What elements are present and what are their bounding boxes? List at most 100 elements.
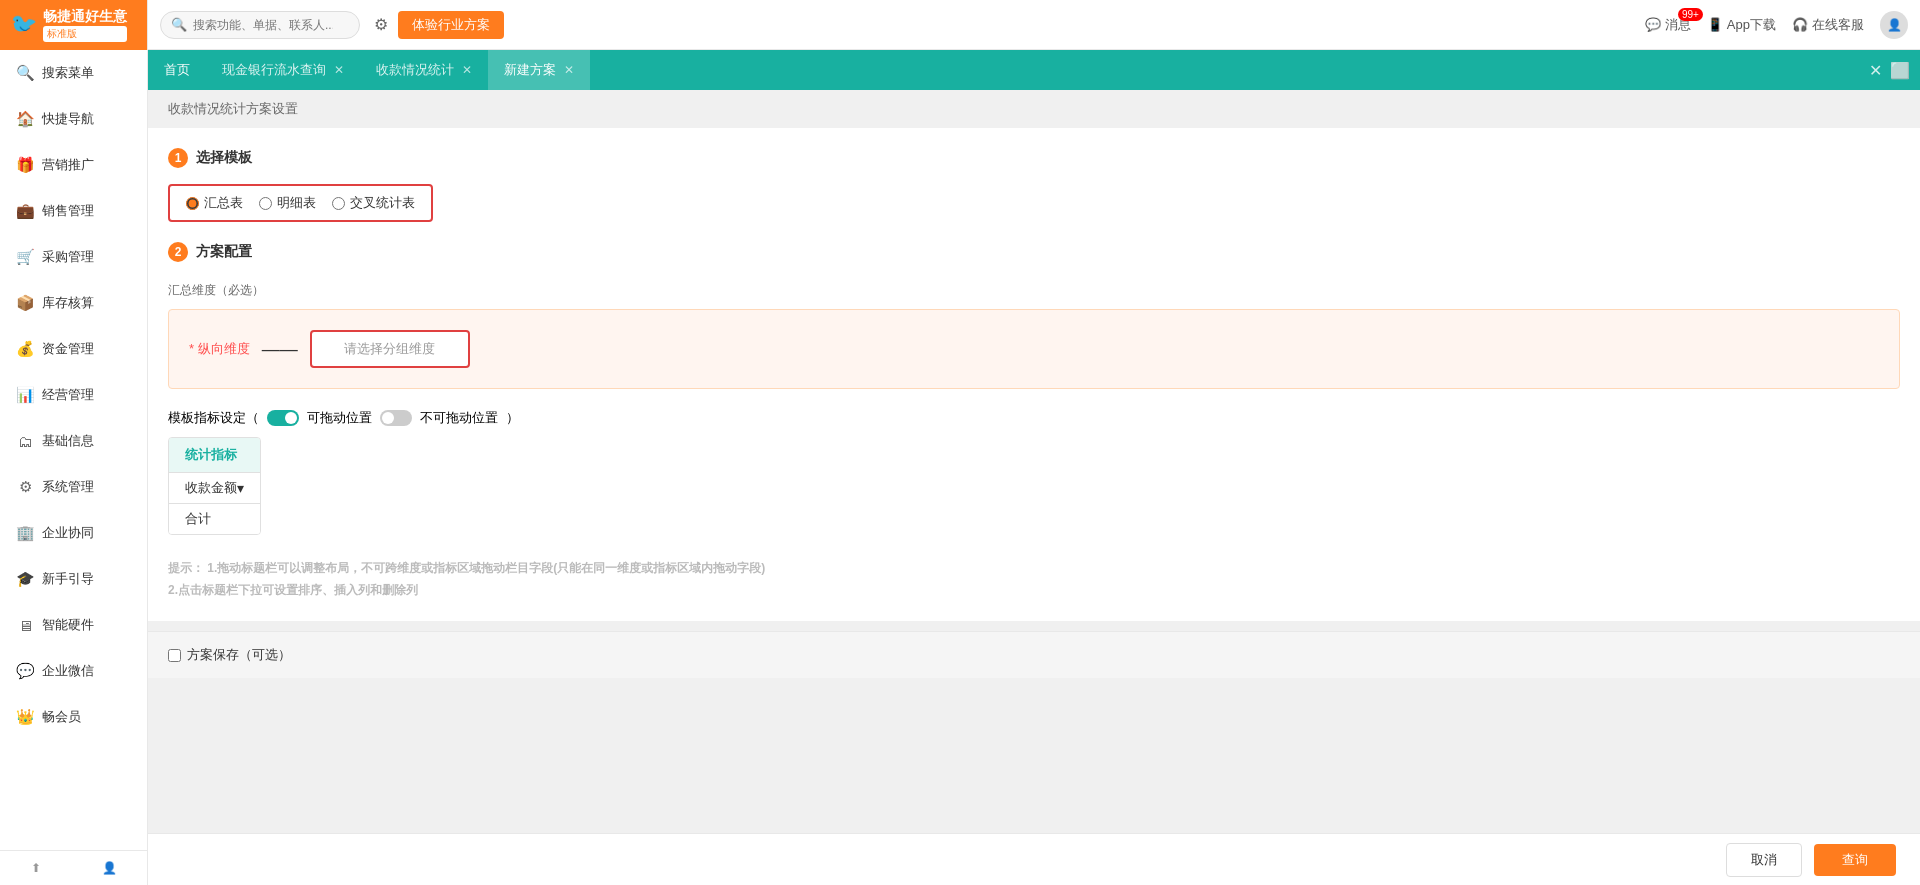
tip-2: 2.点击标题栏下拉可设置排序、插入列和删除列 bbox=[168, 580, 1900, 602]
tab-expand-btn[interactable]: ⬜ bbox=[1890, 61, 1910, 80]
operation-icon: 📊 bbox=[16, 386, 34, 404]
metrics-row-amount-label: 收款金额 bbox=[185, 479, 237, 497]
metrics-table: 统计指标 收款金额 ▾ 合计 bbox=[168, 437, 261, 535]
sidebar-item-label: 经营管理 bbox=[42, 386, 94, 404]
service-icon: 🎧 bbox=[1792, 17, 1808, 32]
sidebar-item-finance[interactable]: 💰 资金管理 bbox=[0, 326, 147, 372]
template-radio-group: 汇总表 明细表 交叉统计表 bbox=[186, 194, 415, 212]
section2-num: 2 bbox=[168, 242, 188, 262]
metrics-label: 模板指标设定（ bbox=[168, 409, 259, 427]
vertical-label: * 纵向维度 bbox=[189, 340, 250, 358]
tabs-right-actions: ✕ ⬜ bbox=[1869, 61, 1920, 80]
template-option-detail[interactable]: 明细表 bbox=[259, 194, 316, 212]
draggable-toggle[interactable] bbox=[267, 410, 299, 426]
sidebar-item-quick-nav[interactable]: 🏠 快捷导航 bbox=[0, 96, 147, 142]
sidebar-item-label: 采购管理 bbox=[42, 248, 94, 266]
save-option-label[interactable]: 方案保存（可选） bbox=[168, 646, 1900, 664]
sidebar-item-label: 系统管理 bbox=[42, 478, 94, 496]
sidebar-item-purchase[interactable]: 🛒 采购管理 bbox=[0, 234, 147, 280]
sidebar-item-marketing[interactable]: 🎁 营销推广 bbox=[0, 142, 147, 188]
metrics-dropdown-icon[interactable]: ▾ bbox=[237, 480, 244, 496]
template-radio-cross[interactable] bbox=[332, 197, 345, 210]
template-option-cross[interactable]: 交叉统计表 bbox=[332, 194, 415, 212]
save-option-text: 方案保存（可选） bbox=[187, 646, 291, 664]
sidebar-item-hardware[interactable]: 🖥 智能硬件 bbox=[0, 602, 147, 648]
tabs-bar: 首页 现金银行流水查询 ✕ 收款情况统计 ✕ 新建方案 ✕ ✕ ⬜ bbox=[148, 50, 1920, 90]
home-label: 首页 bbox=[164, 61, 190, 79]
template-label-detail: 明细表 bbox=[277, 194, 316, 212]
template-radio-detail[interactable] bbox=[259, 197, 272, 210]
tab-bank-flow-close[interactable]: ✕ bbox=[334, 63, 344, 77]
sidebar-item-wechat[interactable]: 💬 企业微信 bbox=[0, 648, 147, 694]
guide-icon: 🎓 bbox=[16, 570, 34, 588]
metrics-section: 模板指标设定（ 可拖动位置 不可拖动位置 ） 统计指标 收款金额 ▾ 合计 bbox=[168, 409, 1900, 538]
search-icon: 🔍 bbox=[171, 17, 187, 32]
quick-nav-icon: 🏠 bbox=[16, 110, 34, 128]
tab-close-all-btn[interactable]: ✕ bbox=[1869, 61, 1882, 80]
sidebar-item-system[interactable]: ⚙ 系统管理 bbox=[0, 464, 147, 510]
main-card: 1 选择模板 汇总表 明细表 bbox=[148, 128, 1920, 621]
logo-icon: 🐦 bbox=[10, 12, 37, 38]
sidebar-item-guide[interactable]: 🎓 新手引导 bbox=[0, 556, 147, 602]
template-radio-summary[interactable] bbox=[186, 197, 199, 210]
cancel-button[interactable]: 取消 bbox=[1726, 843, 1802, 877]
sidebar-item-label: 企业协同 bbox=[42, 524, 94, 542]
section1-num: 1 bbox=[168, 148, 188, 168]
dimension-arrow: —— bbox=[262, 339, 298, 360]
topbar-actions: 💬 消息 99+ 📱 App下载 🎧 在线客服 👤 bbox=[1645, 11, 1908, 39]
metrics-row-amount[interactable]: 收款金额 ▾ bbox=[169, 472, 260, 503]
template-option-summary[interactable]: 汇总表 bbox=[186, 194, 243, 212]
download-icon: 📱 bbox=[1707, 17, 1723, 32]
tab-receipt-stats-label: 收款情况统计 bbox=[376, 61, 454, 79]
metrics-close-paren: ） bbox=[506, 409, 519, 427]
gear-icon[interactable]: ⚙ bbox=[374, 15, 388, 34]
sidebar-item-inventory[interactable]: 📦 库存核算 bbox=[0, 280, 147, 326]
sidebar-item-label: 库存核算 bbox=[42, 294, 94, 312]
tip-2-text: 2.点击标题栏下拉可设置排序、插入列和删除列 bbox=[168, 583, 418, 597]
dimension-config: 汇总维度（必选） * 纵向维度 —— 请选择分组维度 bbox=[168, 282, 1900, 389]
dimension-placeholder[interactable]: 请选择分组维度 bbox=[310, 330, 470, 368]
save-row: 方案保存（可选） bbox=[148, 631, 1920, 678]
sidebar-item-member[interactable]: 👑 畅会员 bbox=[0, 694, 147, 740]
topbar-search-box[interactable]: 🔍 bbox=[160, 11, 360, 39]
inventory-icon: 📦 bbox=[16, 294, 34, 312]
online-service-btn[interactable]: 🎧 在线客服 bbox=[1792, 16, 1864, 34]
tip-1-text: 1.拖动标题栏可以调整布局，不可跨维度或指标区域拖动栏目字段(只能在同一维度或指… bbox=[207, 561, 765, 575]
trial-button[interactable]: 体验行业方案 bbox=[398, 11, 504, 39]
tab-receipt-stats[interactable]: 收款情况统计 ✕ bbox=[360, 50, 488, 90]
user-avatar[interactable]: 👤 bbox=[1880, 11, 1908, 39]
sidebar-bottom-up[interactable]: ⬆ bbox=[31, 861, 41, 875]
sidebar-item-search-menu[interactable]: 🔍 搜索菜单 bbox=[0, 50, 147, 96]
notification-count: 99+ bbox=[1678, 8, 1703, 21]
metrics-row-total[interactable]: 合计 bbox=[169, 503, 260, 534]
tab-bank-flow[interactable]: 现金银行流水查询 ✕ bbox=[206, 50, 360, 90]
search-input[interactable] bbox=[193, 18, 333, 32]
sidebar-item-sales[interactable]: 💼 销售管理 bbox=[0, 188, 147, 234]
page-header: 收款情况统计方案设置 bbox=[148, 90, 1920, 128]
logo-text: 畅捷通好生意 bbox=[43, 8, 127, 26]
section2-title: 方案配置 bbox=[196, 243, 252, 261]
save-checkbox[interactable] bbox=[168, 649, 181, 662]
section1-title: 选择模板 bbox=[196, 149, 252, 167]
sidebar-item-label: 基础信息 bbox=[42, 432, 94, 450]
tab-new-plan[interactable]: 新建方案 ✕ bbox=[488, 50, 590, 90]
sidebar-item-enterprise[interactable]: 🏢 企业协同 bbox=[0, 510, 147, 556]
template-selector: 汇总表 明细表 交叉统计表 bbox=[168, 184, 433, 222]
sidebar-item-label: 智能硬件 bbox=[42, 616, 94, 634]
notification-btn[interactable]: 💬 消息 99+ bbox=[1645, 16, 1691, 34]
basic-info-icon: 🗂 bbox=[16, 432, 34, 450]
tab-receipt-stats-close[interactable]: ✕ bbox=[462, 63, 472, 77]
sidebar-item-label: 畅会员 bbox=[42, 708, 81, 726]
sidebar-bottom-user[interactable]: 👤 bbox=[102, 861, 117, 875]
hardware-icon: 🖥 bbox=[16, 616, 34, 634]
enterprise-icon: 🏢 bbox=[16, 524, 34, 542]
tab-new-plan-close[interactable]: ✕ bbox=[564, 63, 574, 77]
query-button[interactable]: 查询 bbox=[1814, 844, 1896, 876]
sidebar-item-label: 搜索菜单 bbox=[42, 64, 94, 82]
non-draggable-toggle[interactable] bbox=[380, 410, 412, 426]
sidebar-item-operation[interactable]: 📊 经营管理 bbox=[0, 372, 147, 418]
tab-home[interactable]: 首页 bbox=[148, 50, 206, 90]
sidebar-item-label: 新手引导 bbox=[42, 570, 94, 588]
sidebar-item-basic-info[interactable]: 🗂 基础信息 bbox=[0, 418, 147, 464]
app-download-btn[interactable]: 📱 App下载 bbox=[1707, 16, 1776, 34]
